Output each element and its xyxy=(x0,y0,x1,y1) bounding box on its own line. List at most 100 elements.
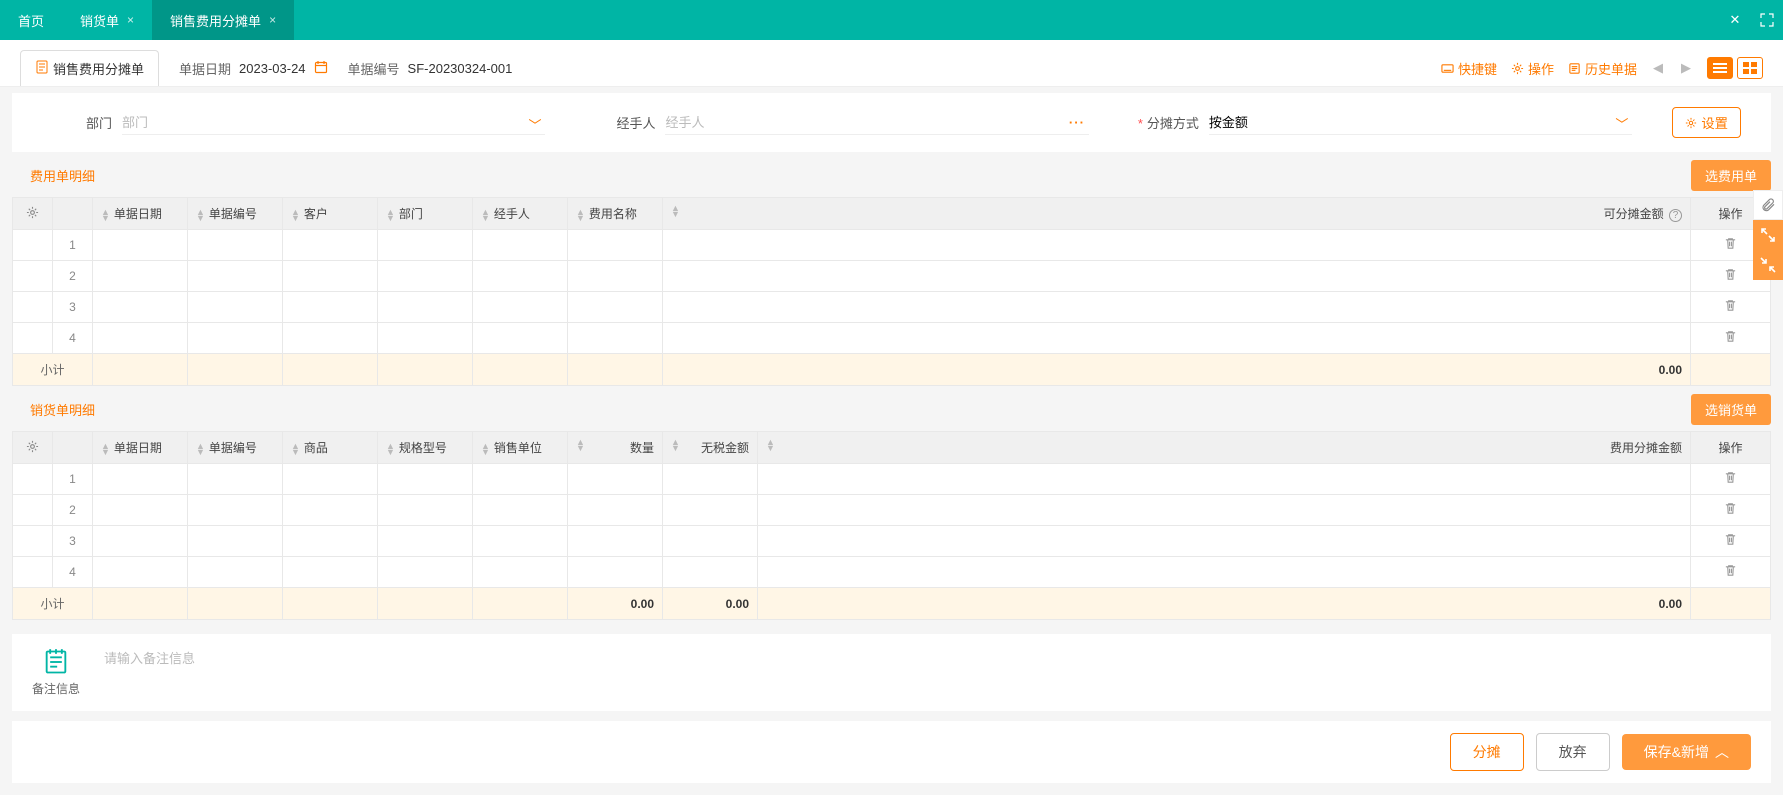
gear-header[interactable] xyxy=(13,432,53,464)
help-icon[interactable]: ? xyxy=(1669,209,1682,222)
document-icon xyxy=(35,60,49,77)
col-dept[interactable]: ▲▼部门 xyxy=(378,198,473,230)
delete-icon[interactable] xyxy=(1724,473,1737,487)
delete-icon[interactable] xyxy=(1724,270,1737,284)
table-row[interactable]: 3 xyxy=(13,292,1771,323)
col-code[interactable]: ▲▼单据编号 xyxy=(188,432,283,464)
col-date[interactable]: ▲▼单据日期 xyxy=(93,432,188,464)
sort-icon: ▲▼ xyxy=(671,205,680,217)
allocate-button[interactable]: 分摊 xyxy=(1450,733,1524,771)
select-expense-button[interactable]: 选费用单 xyxy=(1691,160,1771,191)
shortcut-link[interactable]: 快捷键 xyxy=(1441,59,1497,78)
delete-icon[interactable] xyxy=(1724,504,1737,518)
table-row[interactable]: 1 xyxy=(13,464,1771,495)
sales-section-title: 销货单明细 xyxy=(12,400,95,419)
chevron-up-icon: ︿ xyxy=(1715,742,1729,762)
expand-icon xyxy=(1760,227,1776,243)
document-header: 销售费用分摊单 单据日期 2023-03-24 单据编号 SF-20230324… xyxy=(0,40,1783,87)
table-row[interactable]: 2 xyxy=(13,495,1771,526)
sort-icon: ▲▼ xyxy=(386,443,395,455)
subtotal-row: 小计0.000.000.00 xyxy=(13,588,1771,620)
col-product[interactable]: ▲▼商品 xyxy=(283,432,378,464)
delete-icon[interactable] xyxy=(1724,239,1737,253)
col-unit[interactable]: ▲▼销售单位 xyxy=(473,432,568,464)
subtotal-label: 小计 xyxy=(13,588,93,620)
col-amount[interactable]: ▲▼无税金额 xyxy=(663,432,758,464)
chevron-down-icon[interactable]: ﹀ xyxy=(1615,114,1628,133)
keyboard-icon xyxy=(1441,62,1454,75)
top-tab-bar: 首页 销货单× 销售费用分摊单 × ✕ xyxy=(0,0,1783,40)
subtotal-qty: 0.00 xyxy=(568,588,663,620)
gear-icon xyxy=(26,206,39,219)
expand-in-button[interactable] xyxy=(1753,250,1783,280)
col-qty[interactable]: ▲▼数量 xyxy=(568,432,663,464)
doc-code-label: 单据编号 xyxy=(348,59,400,78)
footer-actions: 分摊 放弃 保存&新增︿ xyxy=(12,721,1771,783)
table-row[interactable]: 1 xyxy=(13,230,1771,261)
col-code[interactable]: ▲▼单据编号 xyxy=(188,198,283,230)
delete-icon[interactable] xyxy=(1724,301,1737,315)
sort-icon: ▲▼ xyxy=(196,443,205,455)
col-fee-name[interactable]: ▲▼费用名称 xyxy=(568,198,663,230)
prev-arrow-icon[interactable]: ◀ xyxy=(1651,60,1665,76)
dept-input[interactable] xyxy=(122,115,545,130)
col-customer[interactable]: ▲▼客户 xyxy=(283,198,378,230)
document-title-tab: 销售费用分摊单 xyxy=(20,50,159,86)
more-icon[interactable]: ··· xyxy=(1069,115,1085,130)
delete-icon[interactable] xyxy=(1724,332,1737,346)
sales-table: ▲▼单据日期 ▲▼单据编号 ▲▼商品 ▲▼规格型号 ▲▼销售单位 ▲▼数量 ▲▼… xyxy=(12,431,1771,620)
table-row[interactable]: 2 xyxy=(13,261,1771,292)
sort-icon: ▲▼ xyxy=(101,443,110,455)
expense-section-title: 费用单明细 xyxy=(12,166,95,185)
doc-date-value[interactable]: 2023-03-24 xyxy=(239,61,306,76)
notes-icon xyxy=(42,648,70,676)
table-row[interactable]: 3 xyxy=(13,526,1771,557)
handler-input[interactable] xyxy=(665,115,1088,130)
col-handler[interactable]: ▲▼经手人 xyxy=(473,198,568,230)
col-alloc-fee[interactable]: ▲▼费用分摊金额 xyxy=(758,432,1691,464)
operate-link[interactable]: 操作 xyxy=(1511,59,1554,78)
close-icon[interactable]: × xyxy=(127,13,134,27)
table-row[interactable]: 4 xyxy=(13,557,1771,588)
sort-icon: ▲▼ xyxy=(766,439,775,451)
sort-icon: ▲▼ xyxy=(481,443,490,455)
gear-icon xyxy=(1685,117,1697,129)
tab-home[interactable]: 首页 xyxy=(0,0,62,40)
chevron-down-icon[interactable]: ﹀ xyxy=(528,115,541,134)
select-sales-button[interactable]: 选销货单 xyxy=(1691,394,1771,425)
method-label: 分摊方式 xyxy=(1147,116,1199,131)
discard-button[interactable]: 放弃 xyxy=(1536,733,1610,771)
col-spec[interactable]: ▲▼规格型号 xyxy=(378,432,473,464)
sales-section: 销货单明细 选销货单 ▲▼单据日期 ▲▼单据编号 ▲▼商品 ▲▼规格型号 ▲▼销… xyxy=(12,394,1771,620)
gear-header[interactable] xyxy=(13,198,53,230)
delete-icon[interactable] xyxy=(1724,535,1737,549)
paperclip-icon xyxy=(1760,197,1776,213)
method-input[interactable] xyxy=(1209,114,1632,129)
sort-icon: ▲▼ xyxy=(576,209,585,221)
table-row[interactable]: 4 xyxy=(13,323,1771,354)
col-allocatable[interactable]: ▲▼可分摊金额 ? xyxy=(663,198,1691,230)
col-date[interactable]: ▲▼单据日期 xyxy=(93,198,188,230)
remarks-input[interactable] xyxy=(104,648,1751,688)
row-number: 4 xyxy=(53,323,93,354)
tab-alloc-label: 销售费用分摊单 xyxy=(170,11,261,30)
window-close-button[interactable]: ✕ xyxy=(1719,4,1751,36)
attachment-button[interactable] xyxy=(1753,190,1783,220)
settings-button[interactable]: 设置 xyxy=(1672,107,1741,138)
expense-table: ▲▼单据日期 ▲▼单据编号 ▲▼客户 ▲▼部门 ▲▼经手人 ▲▼费用名称 ▲▼可… xyxy=(12,197,1771,386)
save-new-button[interactable]: 保存&新增︿ xyxy=(1622,734,1751,770)
window-fullscreen-button[interactable] xyxy=(1751,4,1783,36)
view-grid-button[interactable] xyxy=(1737,57,1763,79)
view-list-button[interactable] xyxy=(1707,57,1733,79)
row-number: 4 xyxy=(53,557,93,588)
calendar-icon[interactable] xyxy=(314,60,328,77)
sort-icon: ▲▼ xyxy=(576,439,585,451)
expand-out-button[interactable] xyxy=(1753,220,1783,250)
next-arrow-icon[interactable]: ▶ xyxy=(1679,60,1693,76)
sort-icon: ▲▼ xyxy=(196,209,205,221)
history-link[interactable]: 历史单据 xyxy=(1568,59,1637,78)
delete-icon[interactable] xyxy=(1724,566,1737,580)
tab-allocation[interactable]: 销售费用分摊单 × xyxy=(152,0,294,40)
tab-sales[interactable]: 销货单× xyxy=(62,0,152,40)
close-icon[interactable]: × xyxy=(269,13,276,27)
